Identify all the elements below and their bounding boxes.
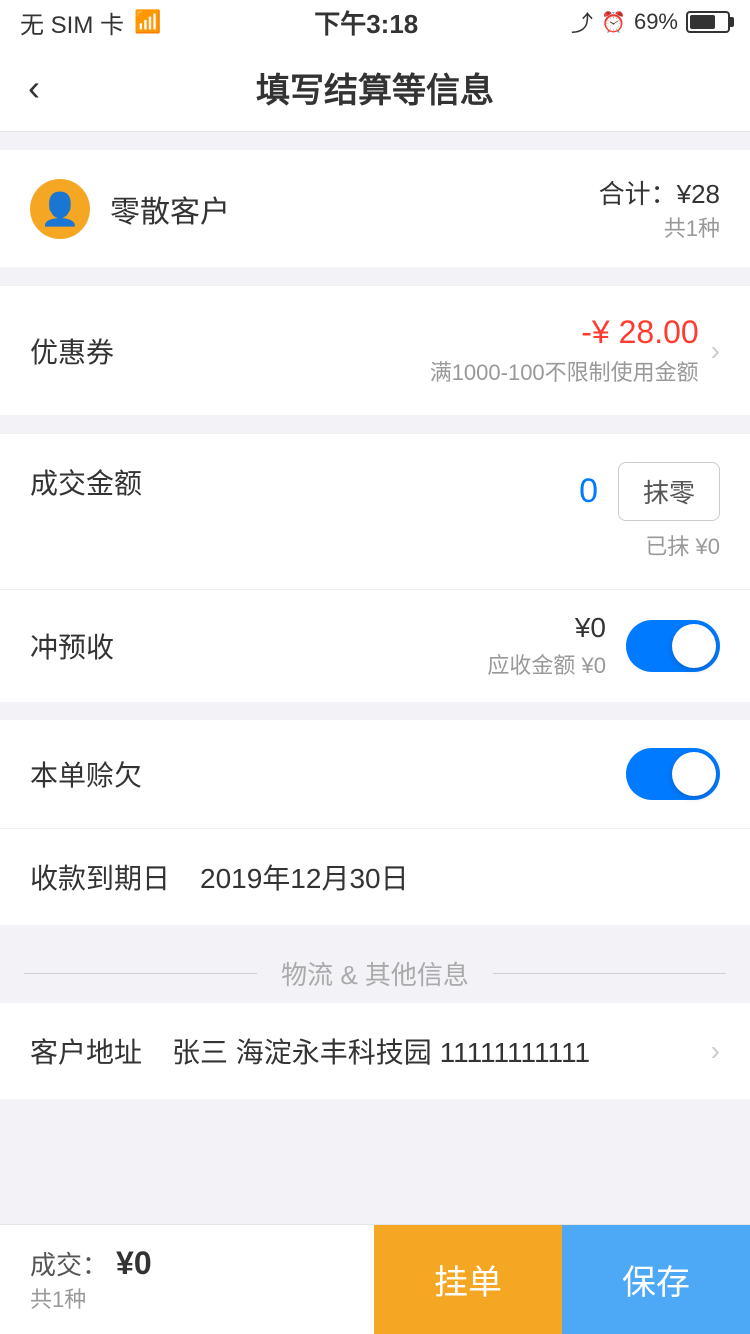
deal-section: 成交金额 0 抹零 已抹 ¥0 冲预收 ¥0 应收金额 ¥0 <box>0 433 750 702</box>
due-date: 2019年12月30日 <box>200 857 409 897</box>
prepay-label: 冲预收 <box>30 626 114 666</box>
bottom-bar: 成交： ¥0 共1种 挂单 保存 <box>0 1224 750 1334</box>
address-chevron-icon: › <box>711 1035 720 1067</box>
total-count: 共1种 <box>599 211 720 243</box>
avatar: 👤 <box>30 179 90 239</box>
pending-button[interactable]: 挂单 <box>374 1225 562 1334</box>
due-label: 收款到期日 <box>30 857 170 897</box>
coupon-row[interactable]: 优惠券 -¥ 28.00 满1000-100不限制使用金额 › <box>0 285 750 415</box>
status-right: ⤴ ⏰ 69% <box>571 6 730 38</box>
page-title: 填写结算等信息 <box>256 63 494 112</box>
customer-row: 👤 零散客户 合计：¥28 共1种 <box>0 150 750 267</box>
address-label: 客户地址 <box>30 1031 142 1071</box>
deal-row: 成交金额 0 抹零 已抹 ¥0 <box>0 433 750 589</box>
divider-line-right <box>493 973 726 974</box>
battery-icon <box>686 11 730 33</box>
due-date-row: 收款到期日 2019年12月30日 <box>0 828 750 925</box>
nav-bar: ‹ 填写结算等信息 <box>0 44 750 132</box>
back-button[interactable]: ‹ <box>28 67 40 109</box>
prepay-amounts: ¥0 应收金额 ¥0 <box>487 612 606 680</box>
toggle-knob <box>672 624 716 668</box>
location-icon: ⤴ <box>571 6 593 38</box>
save-button[interactable]: 保存 <box>562 1225 750 1334</box>
prepay-right: ¥0 应收金额 ¥0 <box>487 612 720 680</box>
address-value: 张三 海淀永丰科技园 11111111111 <box>172 1031 711 1071</box>
status-time: 下午3:18 <box>314 4 418 41</box>
deal-value: 0 <box>579 472 598 511</box>
total-label: 合计：¥28 <box>599 174 720 211</box>
customer-left: 👤 零散客户 <box>30 179 230 239</box>
coupon-sub: 满1000-100不限制使用金额 <box>430 355 699 387</box>
coupon-right[interactable]: -¥ 28.00 满1000-100不限制使用金额 › <box>430 314 720 387</box>
customer-name: 零散客户 <box>110 187 230 231</box>
bottom-deal-value: ¥0 <box>116 1245 152 1282</box>
credit-toggle-knob <box>672 752 716 796</box>
deal-label: 成交金额 <box>30 462 142 502</box>
bottom-count: 共1种 <box>30 1282 344 1314</box>
customer-section: 👤 零散客户 合计：¥28 共1种 <box>0 150 750 267</box>
divider-line-left <box>24 973 257 974</box>
customer-total: 合计：¥28 共1种 <box>599 174 720 243</box>
bottom-summary: 成交： ¥0 共1种 <box>0 1245 374 1314</box>
status-bar: 无 SIM 卡 📶 下午3:18 ⤴ ⏰ 69% <box>0 0 750 44</box>
chevron-right-icon: › <box>711 335 720 367</box>
credit-row: 本单赊欠 <box>0 720 750 828</box>
status-left: 无 SIM 卡 📶 <box>20 5 161 40</box>
carrier-text: 无 SIM 卡 <box>20 5 124 40</box>
prepay-main: ¥0 <box>487 612 606 644</box>
coupon-amount: -¥ 28.00 <box>430 314 699 351</box>
alarm-icon: ⏰ <box>601 10 626 35</box>
logistics-section-label: 物流 & 其他信息 <box>281 955 469 992</box>
address-section[interactable]: 客户地址 张三 海淀永丰科技园 11111111111 › <box>0 1003 750 1099</box>
coupon-label: 优惠券 <box>30 331 114 371</box>
bottom-deal-row: 成交： ¥0 <box>30 1245 344 1282</box>
prepay-toggle[interactable] <box>626 620 720 672</box>
deal-sub: 已抹 ¥0 <box>579 529 720 561</box>
coupon-section[interactable]: 优惠券 -¥ 28.00 满1000-100不限制使用金额 › <box>0 285 750 415</box>
credit-toggle[interactable] <box>626 748 720 800</box>
deal-value-box: 0 抹零 <box>579 462 720 521</box>
prepay-sub: 应收金额 ¥0 <box>487 648 606 680</box>
logistics-divider: 物流 & 其他信息 <box>0 943 750 1003</box>
address-row[interactable]: 客户地址 张三 海淀永丰科技园 11111111111 › <box>0 1003 750 1099</box>
credit-section: 本单赊欠 收款到期日 2019年12月30日 <box>0 720 750 925</box>
battery-percent: 69% <box>634 9 678 35</box>
round-button[interactable]: 抹零 <box>618 462 720 521</box>
bottom-deal-label: 成交： <box>30 1245 108 1282</box>
wifi-icon: 📶 <box>134 9 161 35</box>
avatar-icon: 👤 <box>40 190 80 228</box>
credit-label: 本单赊欠 <box>30 754 142 794</box>
prepay-row: 冲预收 ¥0 应收金额 ¥0 <box>0 589 750 702</box>
